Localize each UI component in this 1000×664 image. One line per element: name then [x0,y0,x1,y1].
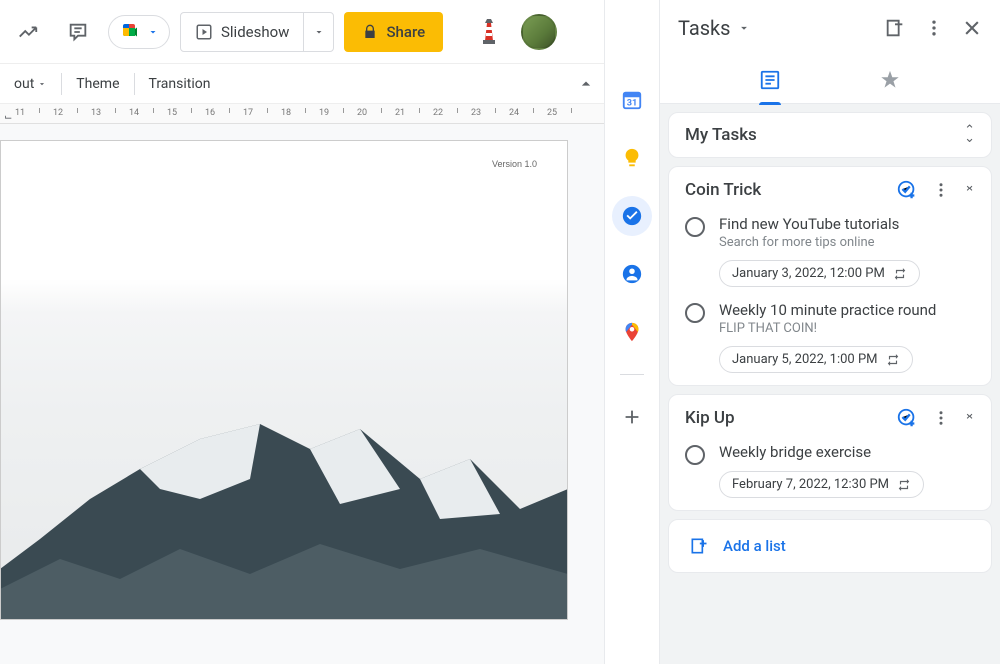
ruler-label: 24 [509,108,519,118]
mountain-image [1,419,567,619]
task-item[interactable]: Weekly bridge exercise February 7, 2022,… [685,443,975,498]
menu-transition[interactable]: Transition [139,70,221,98]
my-tasks-selector[interactable]: My Tasks ⌃⌄ [668,112,992,158]
ruler-label: 13 [91,108,101,118]
share-label: Share [386,23,425,41]
tasks-panel: Tasks My Tasks ⌃⌄ Coin Tri [660,0,1000,664]
ruler-label: 15 [167,108,177,118]
add-task-button[interactable] [896,407,918,429]
ruler-label: 19 [319,108,329,118]
task-complete-circle[interactable] [685,217,705,237]
task-complete-circle[interactable] [685,303,705,323]
task-title: Find new YouTube tutorials [719,215,975,233]
chevron-down-icon [737,21,751,35]
account-avatar[interactable] [521,14,557,50]
slide-canvas[interactable]: Version 1.0 [0,124,604,664]
ruler-label: 12 [53,108,63,118]
menu-layout[interactable]: out [4,70,57,98]
tasks-app-icon[interactable] [612,196,652,236]
slideshow-label: Slideshow [221,23,289,41]
task-item[interactable]: Weekly 10 minute practice round FLIP THA… [685,301,975,373]
list-name: Coin Trick [685,180,761,200]
repeat-icon [893,267,907,281]
collapse-list-icon[interactable]: ⌄⌃ [964,182,975,198]
ruler-label: 20 [357,108,367,118]
repeat-icon [897,478,911,492]
ruler-marker-icon: ⌙ [4,112,12,123]
slide[interactable]: Version 1.0 [0,140,568,620]
add-list-label: Add a list [723,537,786,555]
add-task-icon[interactable] [884,17,906,39]
collapse-list-icon[interactable]: ⌄⌃ [964,410,975,426]
play-box-icon [195,23,213,41]
more-icon[interactable] [932,409,950,427]
ruler-label: 18 [281,108,291,118]
analytics-icon[interactable] [8,12,48,52]
task-date-chip[interactable]: January 3, 2022, 12:00 PM [719,260,920,287]
lists-container: My Tasks ⌃⌄ Coin Trick ⌄⌃ Find new YouTu… [660,104,1000,664]
add-app-icon[interactable] [612,397,652,437]
ruler-label: 11 [15,108,25,118]
contacts-app-icon[interactable] [612,254,652,294]
comments-icon[interactable] [58,12,98,52]
tasks-panel-title[interactable]: Tasks [678,16,751,40]
meet-button[interactable] [108,15,170,49]
side-rail: 31 [604,0,660,664]
list-name: Kip Up [685,408,735,428]
version-text: Version 1.0 [492,159,537,169]
chevron-down-icon [147,26,159,38]
ruler[interactable]: ⌙ 11 12 13 14 15 16 17 18 19 20 21 22 23 24 25 [0,104,604,124]
task-title: Weekly 10 minute practice round [719,301,975,319]
separator [134,73,135,95]
tab-starred[interactable] [869,59,911,101]
more-icon[interactable] [924,18,944,38]
ruler-label: 14 [129,108,139,118]
ruler-label: 16 [205,108,215,118]
task-date-chip[interactable]: January 5, 2022, 1:00 PM [719,346,913,373]
slideshow-button[interactable]: Slideshow [181,13,303,51]
more-icon[interactable] [932,181,950,199]
add-list-button[interactable]: Add a list [668,519,992,573]
task-subtitle: FLIP THAT COIN! [719,321,975,336]
slideshow-dropdown[interactable] [303,13,333,51]
repeat-icon [886,353,900,367]
task-list: Kip Up ⌄⌃ Weekly bridge exercise Februar… [668,394,992,511]
tab-lists[interactable] [749,59,791,101]
task-subtitle: Search for more tips online [719,235,975,250]
separator [61,73,62,95]
task-date-chip[interactable]: February 7, 2022, 12:30 PM [719,471,924,498]
ruler-label: 17 [243,108,253,118]
my-tasks-label: My Tasks [685,125,757,145]
add-task-button[interactable] [896,179,918,201]
calendar-app-icon[interactable]: 31 [612,80,652,120]
chevron-down-icon [313,26,325,38]
task-item[interactable]: Find new YouTube tutorials Search for mo… [685,215,975,287]
ruler-label: 21 [395,108,405,118]
share-button[interactable]: Share [344,12,443,52]
task-title: Weekly bridge exercise [719,443,975,461]
collapse-toolbar-icon[interactable] [576,74,596,94]
menu-theme[interactable]: Theme [66,70,129,98]
chevron-down-icon [37,79,47,89]
lighthouse-icon[interactable] [477,17,501,47]
list-selector-icon[interactable]: ⌃⌄ [964,127,975,143]
task-complete-circle[interactable] [685,445,705,465]
task-list: Coin Trick ⌄⌃ Find new YouTube tutorials… [668,166,992,386]
divider [620,374,644,375]
maps-app-icon[interactable] [612,312,652,352]
keep-app-icon[interactable] [612,138,652,178]
ruler-label: 25 [547,108,557,118]
add-list-icon [689,536,709,556]
close-icon[interactable] [962,18,982,38]
lock-icon [362,24,378,40]
ruler-label: 23 [471,108,481,118]
ruler-label: 22 [433,108,443,118]
svg-text:31: 31 [627,99,638,109]
